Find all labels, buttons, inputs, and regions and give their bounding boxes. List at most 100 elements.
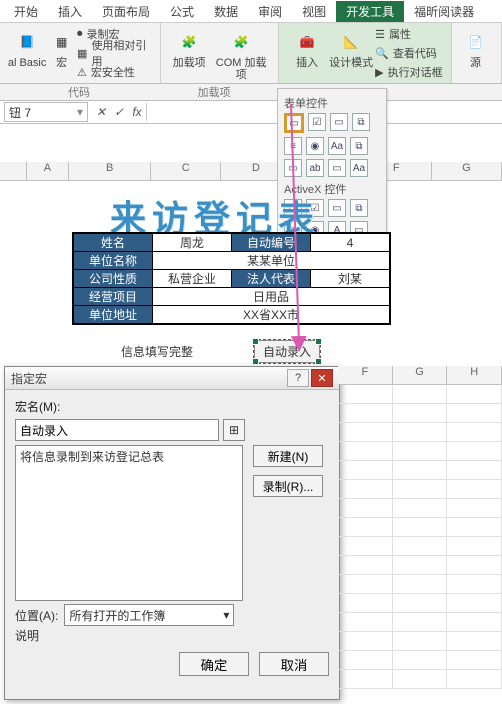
chevron-down-icon[interactable]: ▾: [223, 608, 229, 622]
dialog-close-button[interactable]: ✕: [311, 369, 333, 387]
tab-review[interactable]: 审阅: [248, 1, 292, 22]
dialog-help-button[interactable]: ?: [287, 369, 309, 387]
tab-home[interactable]: 开始: [4, 1, 48, 22]
lbl-autoid: 自动编号: [232, 234, 311, 252]
run-dialog-button[interactable]: ▶执行对话框: [375, 63, 442, 81]
form-edit-control[interactable]: Aa: [350, 159, 368, 177]
view-code-button[interactable]: 🔍查看代码: [375, 44, 442, 62]
form-combo2-control[interactable]: ▭: [328, 159, 346, 177]
form-label-control[interactable]: Aa: [328, 137, 346, 155]
addin-icon: 🧩: [176, 29, 202, 55]
val-address[interactable]: XX省XX市: [153, 306, 390, 324]
macro-name-input[interactable]: [15, 419, 219, 441]
ruler-icon: 📐: [338, 29, 364, 55]
lbl-company: 单位名称: [74, 252, 153, 270]
cancel-button[interactable]: 取消: [259, 652, 329, 676]
toolbox-icon: 🧰: [294, 29, 320, 55]
col-b[interactable]: B: [69, 162, 151, 180]
info-complete-label: 信息填写完整: [72, 343, 242, 360]
val-company[interactable]: 某某单位: [153, 252, 390, 270]
ribbon: 📘 al Basic ▦ 宏 ⏺录制宏 ▦使用相对引用 ⚠宏安全性 加载项 🧩: [0, 23, 502, 84]
xml-source-button[interactable]: 📄 源: [458, 25, 494, 81]
code-icon: 🔍: [375, 47, 389, 60]
val-autoid[interactable]: 4: [311, 234, 390, 252]
form-text-control[interactable]: ab: [306, 159, 324, 177]
dialog-title: 指定宏: [11, 370, 47, 387]
form-scroll-control[interactable]: ▭: [284, 159, 302, 177]
fx-icon[interactable]: fx: [128, 103, 146, 121]
col-c[interactable]: C: [151, 162, 221, 180]
relative-ref-button[interactable]: ▦使用相对引用: [77, 44, 154, 62]
col-h2[interactable]: H: [447, 366, 502, 384]
form-combo-control[interactable]: ☑: [308, 113, 326, 131]
shield-icon: ⚠: [77, 66, 87, 79]
tab-formula[interactable]: 公式: [160, 1, 204, 22]
name-box[interactable]: 钮 7▾: [4, 102, 88, 122]
lbl-name: 姓名: [74, 234, 153, 252]
macros-button[interactable]: ▦ 宏: [48, 25, 75, 85]
col-f2[interactable]: F: [338, 366, 393, 384]
lower-grid: F G H: [338, 366, 502, 704]
properties-button[interactable]: ☰属性: [375, 25, 442, 43]
addins-button[interactable]: 🧩 加载项: [167, 25, 211, 85]
list-icon: ☰: [375, 28, 385, 41]
record-macro-button[interactable]: 录制(R)...: [253, 475, 323, 497]
lbl-business: 经营项目: [74, 288, 153, 306]
ok-button[interactable]: 确定: [179, 652, 249, 676]
new-macro-button[interactable]: 新建(N): [253, 445, 323, 467]
ref-edit-button[interactable]: ⊞: [223, 419, 245, 441]
ribbon-tabs: 开始 插入 页面布局 公式 数据 审阅 视图 开发工具 福昕阅读器: [0, 0, 502, 23]
chevron-down-icon[interactable]: ▾: [77, 105, 83, 119]
vb-icon: 📘: [14, 29, 40, 55]
column-headers: A B C D E F G: [0, 162, 502, 181]
grid-icon: ▦: [77, 47, 87, 60]
description-label: 说明: [15, 627, 39, 644]
val-business[interactable]: 日用品: [153, 288, 390, 306]
tab-foxit[interactable]: 福昕阅读器: [404, 1, 484, 22]
lbl-nature: 公司性质: [74, 270, 153, 288]
macro-location-select[interactable]: 所有打开的工作簿 ▾: [64, 604, 234, 626]
visual-basic-button[interactable]: 📘 al Basic: [6, 25, 48, 85]
val-nature[interactable]: 私营企业: [153, 270, 232, 288]
ax-combo-control[interactable]: ⧉: [350, 199, 368, 217]
form-button-control[interactable]: ▭: [284, 113, 304, 133]
enter-fx-icon[interactable]: ✓: [110, 103, 128, 121]
formula-bar: 钮 7▾ ✕ ✓ fx: [0, 101, 502, 124]
form-list-control[interactable]: ≡: [284, 137, 302, 155]
visitor-table: 姓名 周龙 自动编号 4 单位名称 某某单位 公司性质 私营企业 法人代表 刘某…: [72, 232, 391, 325]
macro-name-label: 宏名(M):: [15, 398, 60, 415]
col-g2[interactable]: G: [393, 366, 448, 384]
tab-developer[interactable]: 开发工具: [336, 1, 404, 22]
auto-entry-button[interactable]: 自动录入: [254, 340, 320, 363]
ax-text-control[interactable]: ▭: [328, 199, 346, 217]
lbl-legal: 法人代表: [232, 270, 311, 288]
val-name[interactable]: 周龙: [153, 234, 232, 252]
form-group-control[interactable]: ⧉: [350, 137, 368, 155]
form-option-control[interactable]: ◉: [306, 137, 324, 155]
lbl-address: 单位地址: [74, 306, 153, 324]
com-addins-button[interactable]: 🧩 COM 加载项: [211, 25, 271, 85]
form-spin-control[interactable]: ⧉: [352, 113, 370, 131]
tab-insert[interactable]: 插入: [48, 1, 92, 22]
group-addins-label: 加载项: [158, 84, 270, 100]
tab-view[interactable]: 视图: [292, 1, 336, 22]
play-icon: ▶: [375, 66, 383, 79]
col-g[interactable]: G: [432, 162, 502, 180]
macro-security-button[interactable]: ⚠宏安全性: [77, 63, 154, 81]
val-legal[interactable]: 刘某: [311, 270, 390, 288]
insert-controls-button[interactable]: 🧰 插入: [285, 25, 329, 85]
source-icon: 📄: [463, 29, 489, 55]
macro-list[interactable]: 将信息录制到来访登记总表: [15, 445, 243, 601]
com-icon: 🧩: [228, 29, 254, 55]
assign-macro-dialog: 指定宏 ? ✕ 宏名(M): ⊞ 将信息录制到来访登记总表 新建(N) 录制(R…: [4, 366, 340, 700]
col-a[interactable]: A: [27, 162, 70, 180]
form-controls-label: 表单控件: [284, 95, 380, 111]
group-code-label: 代码: [0, 84, 158, 100]
macro-list-item[interactable]: 将信息录制到来访登记总表: [20, 448, 238, 465]
design-mode-button[interactable]: 📐 设计模式: [329, 25, 373, 85]
macro-icon: ▦: [49, 29, 75, 55]
tab-data[interactable]: 数据: [204, 1, 248, 22]
form-checkbox-control[interactable]: ▭: [330, 113, 348, 131]
cancel-fx-icon[interactable]: ✕: [92, 103, 110, 121]
tab-layout[interactable]: 页面布局: [92, 1, 160, 22]
